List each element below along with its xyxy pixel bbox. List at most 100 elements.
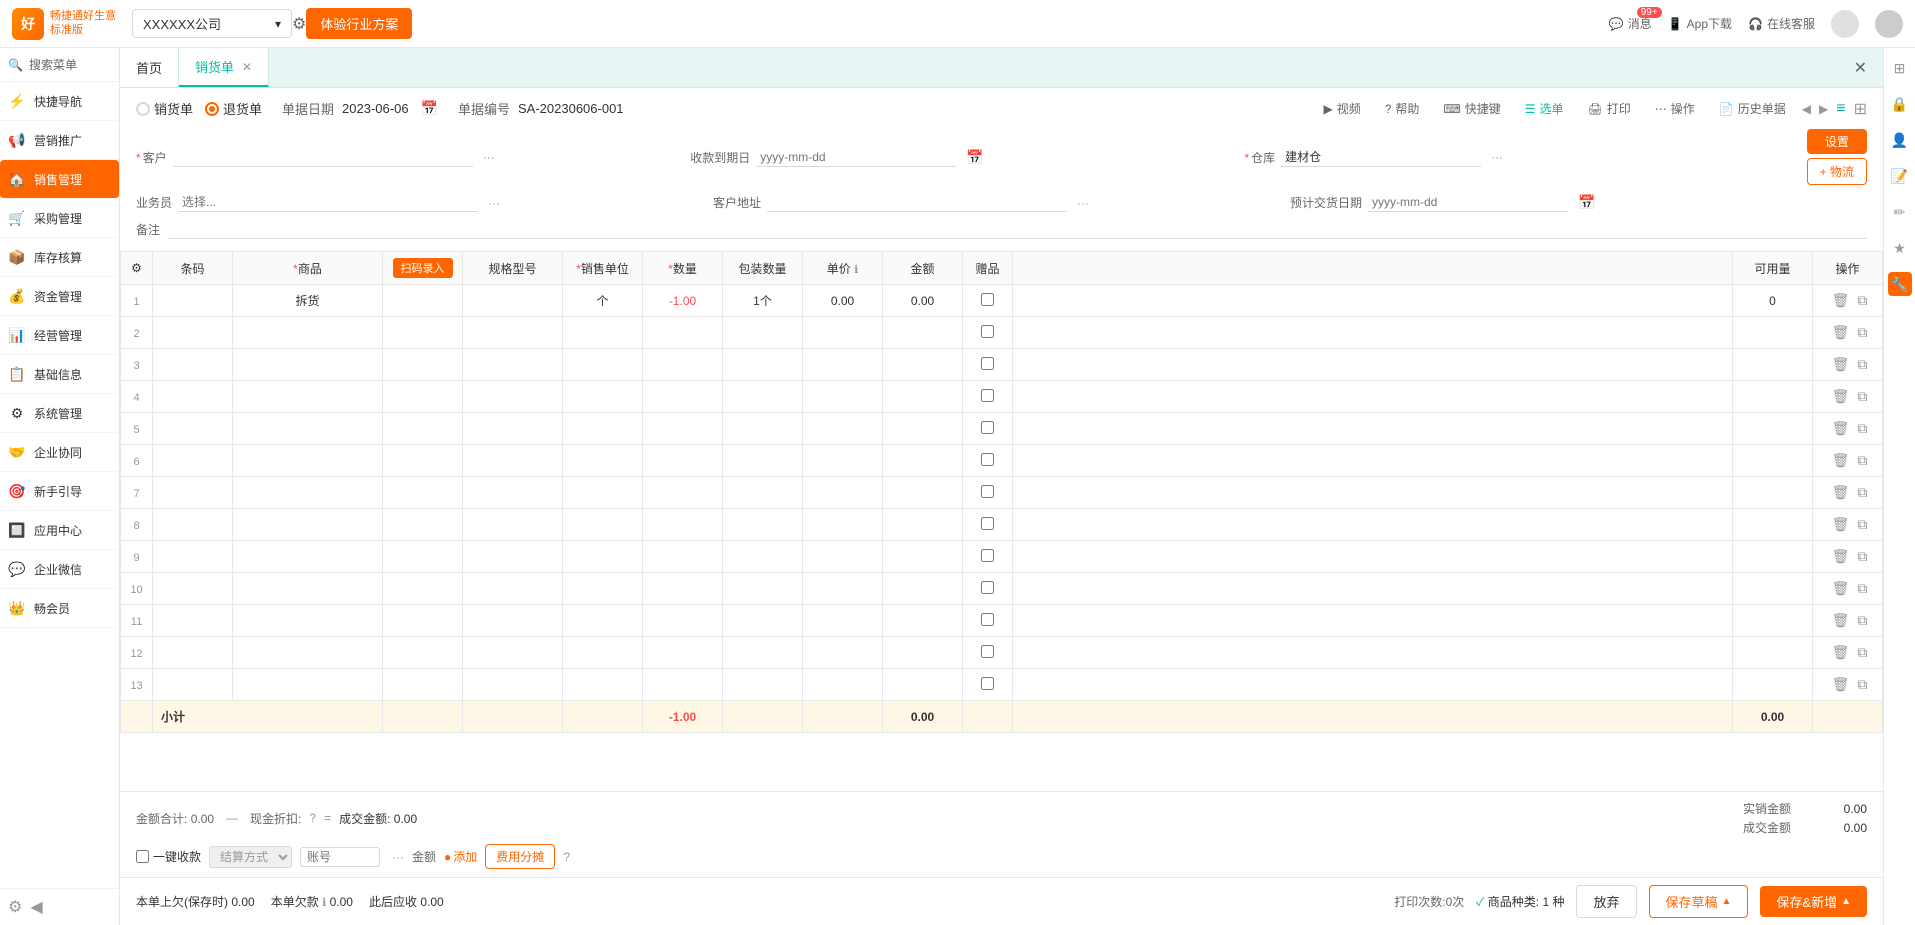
help-btn[interactable]: ? 帮助 — [1377, 98, 1428, 119]
expense-split-button[interactable]: 费用分摊 — [485, 844, 555, 869]
online-support-action[interactable]: 🎧 在线客服 — [1748, 15, 1815, 32]
gift-checkbox-9[interactable] — [981, 549, 994, 562]
settlement-method-select[interactable]: 结算方式 — [209, 846, 292, 868]
cell-unit-1[interactable]: 个 — [563, 285, 643, 317]
delete-row-6-icon[interactable]: 🗑 — [1832, 452, 1850, 469]
gift-checkbox-2[interactable] — [981, 325, 994, 338]
sidebar-item-basic[interactable]: 📋 基础信息 — [0, 355, 119, 394]
prev-icon[interactable]: ◀ — [1802, 102, 1811, 116]
customer-input[interactable] — [173, 148, 473, 167]
gift-checkbox-10[interactable] — [981, 581, 994, 594]
payment-checkbox-input[interactable] — [136, 850, 149, 863]
remarks-input[interactable] — [168, 220, 1867, 239]
cell-pack-1[interactable]: 1个 — [723, 285, 803, 317]
discount-info-icon[interactable]: ? — [309, 811, 316, 825]
sidebar-item-inventory[interactable]: 📦 库存核算 — [0, 238, 119, 277]
cell-remark-1[interactable] — [1013, 285, 1733, 317]
sidebar-item-appcenter[interactable]: 🔲 应用中心 — [0, 511, 119, 550]
tab-home[interactable]: 首页 — [120, 48, 179, 87]
copy-row-2-icon[interactable]: ⧉ — [1857, 324, 1867, 341]
delete-row-9-icon[interactable]: 🗑 — [1832, 548, 1850, 565]
app-download-action[interactable]: 📱 App下载 — [1668, 15, 1732, 32]
delete-row-7-icon[interactable]: 🗑 — [1832, 484, 1850, 501]
right-panel-icon-7[interactable]: 🔧 — [1888, 272, 1912, 296]
settings-icon[interactable]: ⚙ — [292, 14, 306, 34]
gift-checkbox-3[interactable] — [981, 357, 994, 370]
delete-row-8-icon[interactable]: 🗑 — [1832, 516, 1850, 533]
copy-row-5-icon[interactable]: ⧉ — [1857, 420, 1867, 437]
right-panel-icon-6[interactable]: ★ — [1888, 236, 1912, 260]
sidebar-item-operation[interactable]: 📊 经营管理 — [0, 316, 119, 355]
gift-checkbox-8[interactable] — [981, 517, 994, 530]
message-action[interactable]: 💬 消息 99+ — [1609, 15, 1652, 32]
account-input[interactable] — [300, 847, 380, 867]
sidebar-item-system[interactable]: ⚙ 系统管理 — [0, 394, 119, 433]
delete-row-2-icon[interactable]: 🗑 — [1832, 324, 1850, 341]
delete-row-1-icon[interactable]: 🗑 — [1832, 292, 1850, 309]
shortcut-btn[interactable]: ⌨ 快捷键 — [1435, 98, 1508, 119]
sidebar-item-member[interactable]: 👑 畅会员 — [0, 589, 119, 628]
copy-row-8-icon[interactable]: ⧉ — [1857, 516, 1867, 533]
copy-row-4-icon[interactable]: ⧉ — [1857, 388, 1867, 405]
trial-button[interactable]: 体验行业方案 — [306, 8, 412, 39]
date-calendar-icon[interactable]: 📅 — [421, 100, 438, 117]
table-settings-icon[interactable]: ⚙ — [131, 261, 142, 275]
payment-due-input[interactable] — [756, 148, 956, 167]
copy-row-10-icon[interactable]: ⧉ — [1857, 580, 1867, 597]
gift-checkbox-4[interactable] — [981, 389, 994, 402]
price-info-icon[interactable]: ℹ — [854, 264, 858, 276]
operations-btn[interactable]: ⋯ 操作 — [1647, 98, 1703, 119]
sidebar-item-sales[interactable]: 🏠 销售管理 — [0, 160, 119, 199]
delete-row-3-icon[interactable]: 🗑 — [1832, 356, 1850, 373]
copy-row-12-icon[interactable]: ⧉ — [1857, 644, 1867, 661]
select-btn[interactable]: ☰ 选单 — [1517, 98, 1572, 119]
delete-row-13-icon[interactable]: 🗑 — [1832, 676, 1850, 693]
copy-row-7-icon[interactable]: ⧉ — [1857, 484, 1867, 501]
right-panel-icon-1[interactable]: ⊞ — [1888, 56, 1912, 80]
cell-amount-1[interactable]: 0.00 — [883, 285, 963, 317]
debt-info-icon[interactable]: ℹ — [322, 897, 326, 909]
copy-row-6-icon[interactable]: ⧉ — [1857, 452, 1867, 469]
cell-price-1[interactable]: 0.00 — [803, 285, 883, 317]
right-panel-icon-2[interactable]: 🔒 — [1888, 92, 1912, 116]
radio-sales[interactable]: 销货单 — [136, 99, 193, 118]
account-more-icon[interactable]: ··· — [392, 850, 404, 864]
th-settings[interactable]: ⚙ — [121, 252, 153, 285]
avatar-2[interactable] — [1875, 10, 1903, 38]
cell-barcode-1[interactable] — [153, 285, 233, 317]
next-icon[interactable]: ▶ — [1819, 102, 1828, 116]
gift-checkbox-5[interactable] — [981, 421, 994, 434]
tab-sales-order[interactable]: 销货单 ✕ — [179, 48, 269, 87]
warehouse-input[interactable] — [1281, 148, 1481, 167]
expected-date-input[interactable] — [1368, 193, 1568, 212]
cell-qty-1[interactable]: -1.00 — [643, 285, 723, 317]
right-panel-icon-4[interactable]: 📝 — [1888, 164, 1912, 188]
warehouse-more-icon[interactable]: ··· — [1491, 150, 1503, 164]
list-view-icon[interactable]: ≡ — [1836, 100, 1845, 118]
sidebar-item-purchase[interactable]: 🛒 采购管理 — [0, 199, 119, 238]
copy-row-1-icon[interactable]: ⧉ — [1857, 292, 1867, 309]
delete-row-11-icon[interactable]: 🗑 — [1832, 612, 1850, 629]
cell-gift-1[interactable] — [963, 285, 1013, 317]
payment-checkbox[interactable]: 一键收款 — [136, 848, 201, 865]
copy-row-3-icon[interactable]: ⧉ — [1857, 356, 1867, 373]
th-scan[interactable]: 扫码录入 — [383, 252, 463, 285]
expense-help-icon[interactable]: ? — [563, 850, 570, 864]
copy-row-13-icon[interactable]: ⧉ — [1857, 676, 1867, 693]
gift-checkbox-1[interactable] — [981, 293, 994, 306]
sidebar-item-capital[interactable]: 💰 资金管理 — [0, 277, 119, 316]
delete-row-12-icon[interactable]: 🗑 — [1832, 644, 1850, 661]
gift-checkbox-7[interactable] — [981, 485, 994, 498]
sidebar-collapse-btn[interactable]: ◀ — [30, 897, 42, 917]
grid-view-icon[interactable]: ⊞ — [1854, 99, 1867, 119]
delete-row-5-icon[interactable]: 🗑 — [1832, 420, 1850, 437]
gift-checkbox-11[interactable] — [981, 613, 994, 626]
add-button[interactable]: ● 添加 — [444, 848, 477, 865]
tab-close-icon[interactable]: ✕ — [242, 60, 252, 74]
customer-more-icon[interactable]: ··· — [483, 150, 495, 164]
sidebar-item-collab[interactable]: 🤝 企业协同 — [0, 433, 119, 472]
gift-checkbox-13[interactable] — [981, 677, 994, 690]
save-new-button[interactable]: 保存&新增 ▲ — [1760, 886, 1867, 917]
gift-checkbox-12[interactable] — [981, 645, 994, 658]
print-btn[interactable]: 🖨 打印 — [1580, 98, 1639, 119]
